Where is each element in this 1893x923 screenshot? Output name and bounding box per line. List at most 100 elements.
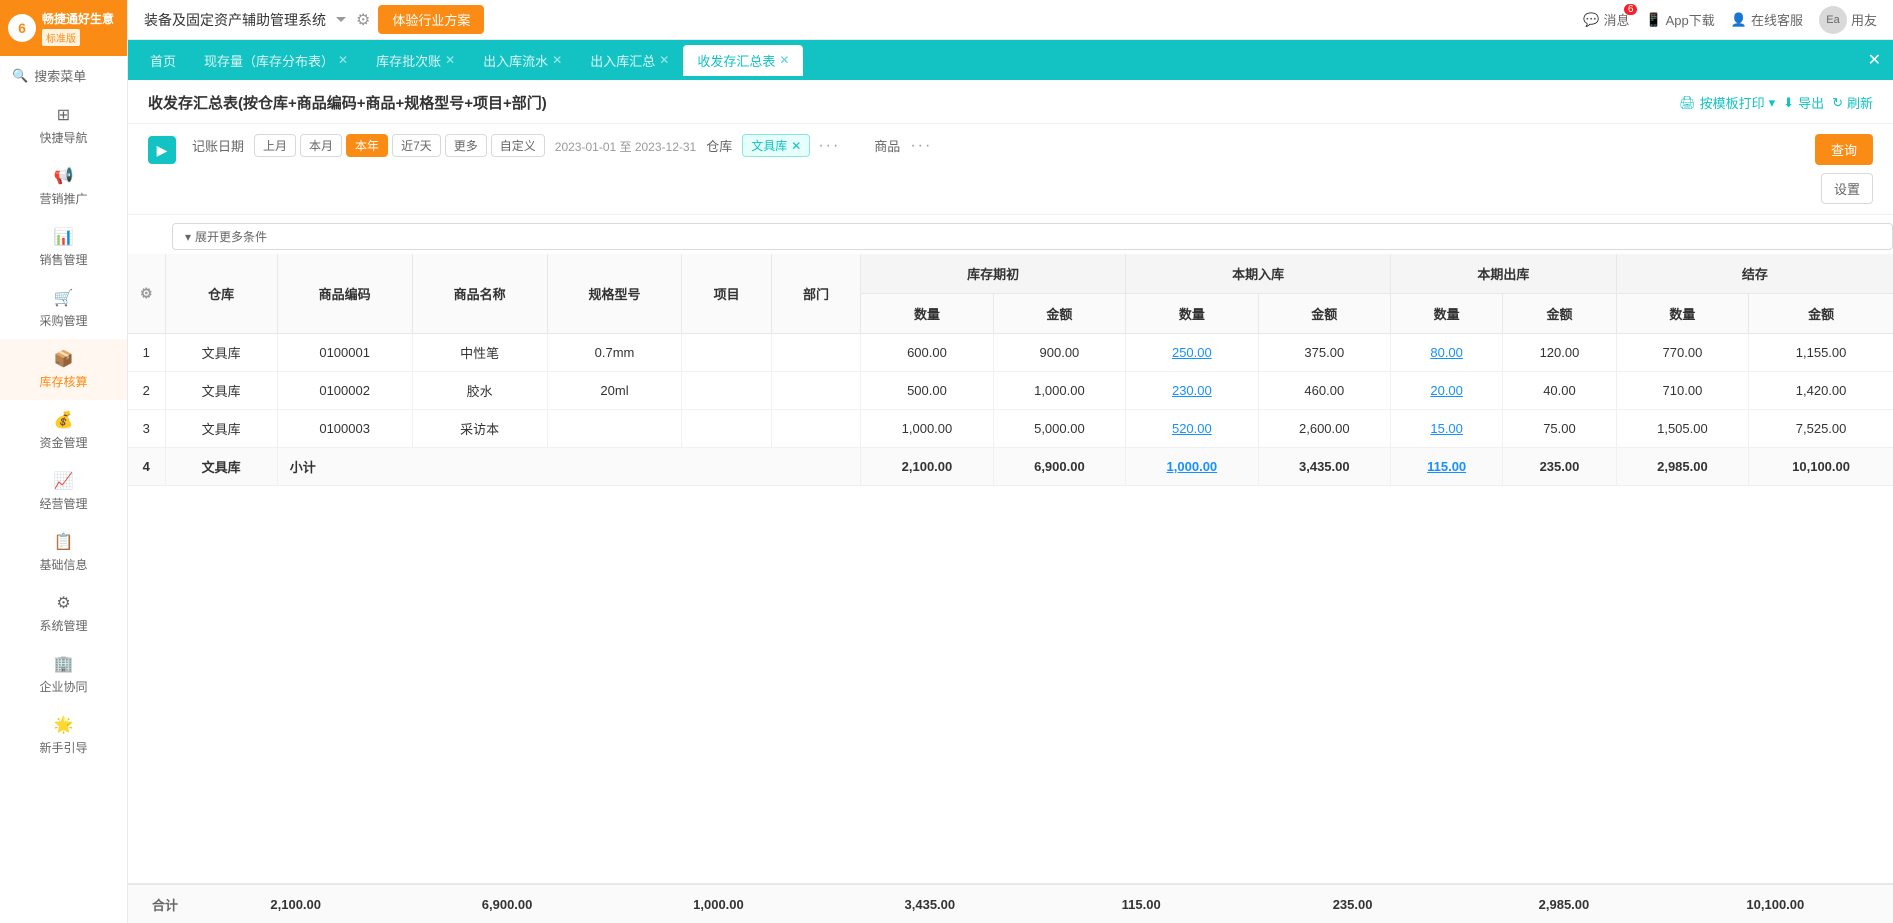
filter-row-warehouse: 仓库 文具库 ✕ ··· 商品 ··· <box>706 134 932 157</box>
expand-more-conditions-btn[interactable]: ▾ 展开更多条件 <box>172 223 1893 250</box>
sidebar-item-system[interactable]: ⚙ 系统管理 <box>0 583 127 644</box>
cell-out-qty[interactable]: 80.00 <box>1391 334 1503 372</box>
cell-no: 1 <box>128 334 165 372</box>
query-button[interactable]: 查询 <box>1815 134 1873 165</box>
online-service-item[interactable]: 👤 在线客服 <box>1731 10 1803 29</box>
notifications-item[interactable]: 💬 消息 6 <box>1583 10 1629 29</box>
user-item[interactable]: Ea 用友 <box>1819 6 1877 34</box>
logo-icon: 6 <box>8 14 36 42</box>
warehouse-filter-label: 仓库 <box>706 136 732 155</box>
cell-balance-qty: 770.00 <box>1616 334 1748 372</box>
export-btn[interactable]: ⬇ 导出 <box>1783 93 1824 112</box>
sidebar-item-quick-nav[interactable]: ⊞ 快捷导航 <box>0 95 127 156</box>
page-content: 收发存汇总表(按仓库+商品编码+商品+规格型号+项目+部门) 🖨 按模板打印 ▾… <box>128 80 1893 923</box>
cell-out-qty[interactable]: 15.00 <box>1391 410 1503 448</box>
sidebar-item-inventory[interactable]: 📦 库存核算 <box>0 339 127 400</box>
filter-bar: ▶ 记账日期 上月 本月 本年 近7天 更多 自定义 <box>128 124 1893 215</box>
tab-stock-dist[interactable]: 现存量（库存分布表） ✕ <box>190 45 362 76</box>
cell-out-amount: 40.00 <box>1503 372 1616 410</box>
subtotal-in-qty[interactable]: 1,000.00 <box>1126 448 1258 486</box>
date-btn-current-year[interactable]: 本年 <box>346 134 388 157</box>
cell-in-qty[interactable]: 520.00 <box>1126 410 1258 448</box>
sidebar-item-purchase[interactable]: 🛒 采购管理 <box>0 278 127 339</box>
cell-in-qty[interactable]: 230.00 <box>1126 372 1258 410</box>
date-btn-current[interactable]: 本月 <box>300 134 342 157</box>
sidebar-item-basic-info[interactable]: 📋 基础信息 <box>0 522 127 583</box>
chevron-down-icon: ▾ <box>1769 95 1776 111</box>
tab-batch[interactable]: 库存批次账 ✕ <box>362 45 469 76</box>
tab-close-stock-dist[interactable]: ✕ <box>338 53 348 67</box>
cell-in-qty[interactable]: 250.00 <box>1126 334 1258 372</box>
subtotal-out-qty[interactable]: 115.00 <box>1391 448 1503 486</box>
top-header: 装备及固定资产辅助管理系统 ⚙ 体验行业方案 💬 消息 6 📱 App下载 <box>128 0 1893 40</box>
finance-icon: 💰 <box>54 410 74 430</box>
footer-out-qty: 115.00 <box>1036 897 1247 912</box>
column-settings-icon[interactable]: ⚙ <box>140 285 153 301</box>
tab-close-inout-flow[interactable]: ✕ <box>552 53 562 67</box>
sidebar-item-marketing[interactable]: 📢 营销推广 <box>0 156 127 217</box>
tab-stock-summary[interactable]: 收发存汇总表 ✕ <box>683 45 803 76</box>
sidebar-item-sales[interactable]: 📊 销售管理 <box>0 217 127 278</box>
filter-toggle-btn[interactable]: ▶ <box>148 136 176 164</box>
print-btn[interactable]: 🖨 按模板打印 ▾ <box>1679 93 1775 112</box>
th-project: 项目 <box>682 254 771 334</box>
page-header: 收发存汇总表(按仓库+商品编码+商品+规格型号+项目+部门) 🖨 按模板打印 ▾… <box>128 80 1893 124</box>
date-btn-up[interactable]: 上月 <box>254 134 296 157</box>
sidebar-item-finance[interactable]: 💰 资金管理 <box>0 400 127 461</box>
sidebar-item-operations[interactable]: 📈 经营管理 <box>0 461 127 522</box>
footer-label: 合计 <box>140 895 190 914</box>
th-balance-group: 结存 <box>1616 254 1893 294</box>
phone-icon: 📱 <box>1645 12 1661 28</box>
marketing-icon: 📢 <box>54 166 74 186</box>
cell-opening-qty: 600.00 <box>861 334 993 372</box>
tab-close-batch[interactable]: ✕ <box>445 53 455 67</box>
date-btn-custom[interactable]: 自定义 <box>491 134 545 157</box>
cell-balance-qty: 1,505.00 <box>1616 410 1748 448</box>
tab-bar-close-button[interactable]: ✕ <box>1864 46 1885 74</box>
sidebar-item-guide[interactable]: 🌟 新手引导 <box>0 705 127 766</box>
goods-more-dots[interactable]: ··· <box>910 137 932 155</box>
tab-close-stock-summary[interactable]: ✕ <box>779 53 789 67</box>
cell-warehouse: 文具库 <box>165 410 277 448</box>
table-footer: 合计 2,100.00 6,900.00 1,000.00 3,435.00 1… <box>128 883 1893 923</box>
th-department: 部门 <box>771 254 860 334</box>
subtotal-warehouse: 文具库 <box>165 448 277 486</box>
cell-out-qty[interactable]: 20.00 <box>1391 372 1503 410</box>
filter-row-date: 记账日期 上月 本月 本年 近7天 更多 自定义 2023-01-01 至 20… <box>192 134 696 157</box>
subtotal-balance-qty: 2,985.00 <box>1616 448 1748 486</box>
setting-button[interactable]: 设置 <box>1821 173 1873 204</box>
refresh-btn[interactable]: ↻ 刷新 <box>1832 93 1873 112</box>
cell-goods-name: 中性笔 <box>412 334 547 372</box>
th-opening-group: 库存期初 <box>861 254 1126 294</box>
subtotal-in-amount: 3,435.00 <box>1258 448 1390 486</box>
th-out-qty: 数量 <box>1391 294 1503 334</box>
warehouse-more-dots[interactable]: ··· <box>818 137 840 155</box>
tab-inout-summary[interactable]: 出入库汇总 ✕ <box>576 45 683 76</box>
cell-opening-amount: 900.00 <box>993 334 1125 372</box>
system-selector[interactable] <box>334 13 348 27</box>
refresh-icon: ↻ <box>1832 95 1843 111</box>
date-btn-7days[interactable]: 近7天 <box>392 134 441 157</box>
th-goods-spec: 规格型号 <box>547 254 682 334</box>
th-settings: ⚙ <box>128 254 165 334</box>
date-btn-more[interactable]: 更多 <box>445 134 487 157</box>
tab-close-inout-summary[interactable]: ✕ <box>659 53 669 67</box>
experience-button[interactable]: 体验行业方案 <box>378 5 484 34</box>
footer-opening-qty: 2,100.00 <box>190 897 401 912</box>
operations-icon: 📈 <box>54 471 74 491</box>
inventory-icon: 📦 <box>54 349 74 369</box>
search-menu-item[interactable]: 🔍 搜索菜单 <box>0 56 127 95</box>
purchase-icon: 🛒 <box>54 288 74 308</box>
sidebar-item-enterprise[interactable]: 🏢 企业协同 <box>0 644 127 705</box>
print-icon: 🖨 <box>1679 95 1696 111</box>
tab-inout-flow[interactable]: 出入库流水 ✕ <box>469 45 576 76</box>
tab-home[interactable]: 首页 <box>136 45 190 76</box>
warehouse-tag-close[interactable]: ✕ <box>791 139 801 153</box>
app-download-item[interactable]: 📱 App下载 <box>1645 10 1714 29</box>
settings-gear-icon[interactable]: ⚙ <box>356 10 370 30</box>
cell-project <box>682 410 771 448</box>
subtotal-opening-qty: 2,100.00 <box>861 448 993 486</box>
avatar: Ea <box>1819 6 1847 34</box>
cell-no: 2 <box>128 372 165 410</box>
date-options: 上月 本月 本年 近7天 更多 自定义 <box>254 134 545 157</box>
